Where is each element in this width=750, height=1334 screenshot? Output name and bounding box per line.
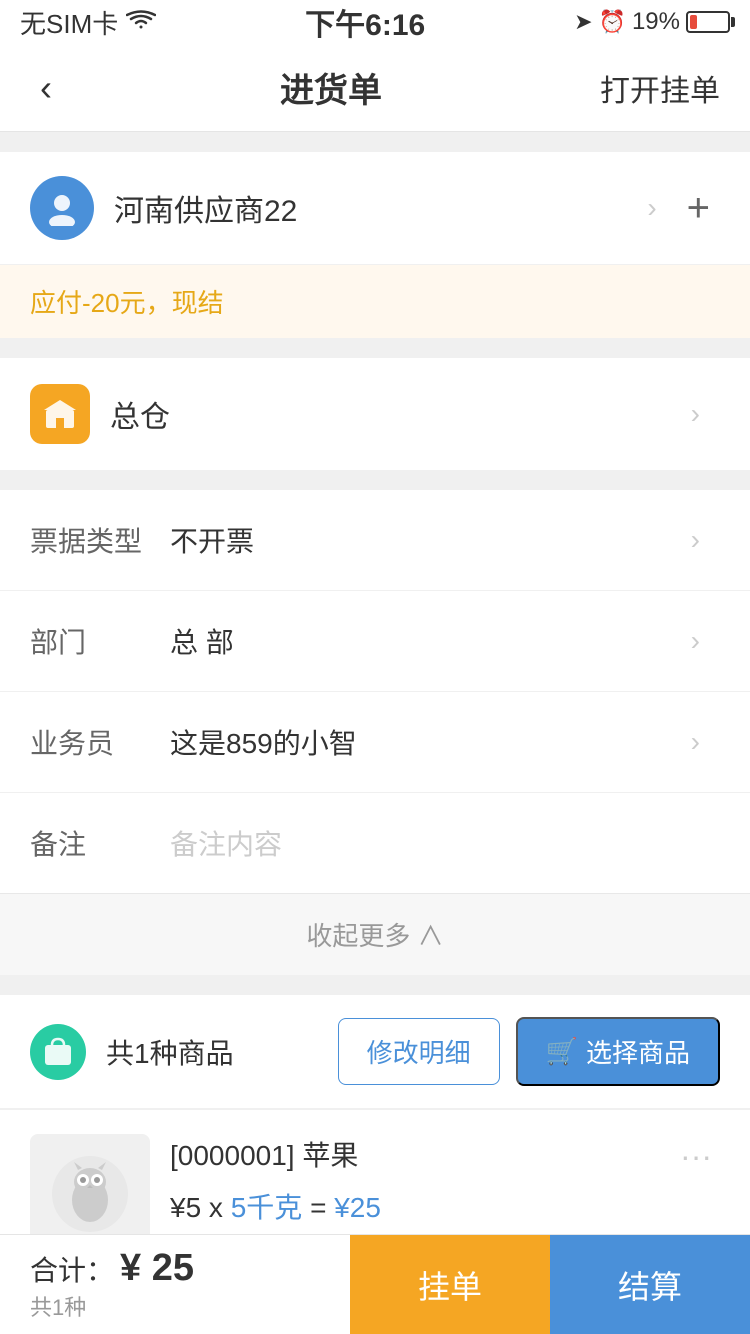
status-bar: 无SIM卡 下午6:16 ➤ ⏰ 19% <box>0 0 750 44</box>
select-product-icon: 🛒 <box>546 1036 578 1067</box>
total-label-text: 合计： <box>30 1249 114 1289</box>
collapse-text: 收起更多 ∧ <box>306 916 443 953</box>
select-product-label: 选择商品 <box>586 1033 690 1070</box>
product-name: [0000001] 苹果 <box>170 1134 672 1174</box>
total-section: 合计： ¥ 25 共1种 <box>0 1247 350 1322</box>
open-pending-button[interactable]: 打开挂单 <box>600 66 720 110</box>
unit-price: ¥5 x <box>170 1192 231 1223</box>
edit-detail-button[interactable]: 修改明细 <box>338 1018 500 1085</box>
bottom-bar: 合计： ¥ 25 共1种 挂单 结算 <box>0 1234 750 1334</box>
invoice-type-row[interactable]: 票据类型 不开票 › <box>0 490 750 591</box>
status-carrier: 无SIM卡 <box>20 4 156 41</box>
supplier-note: 应付-20元，现结 <box>0 265 750 338</box>
page-title: 进货单 <box>280 63 382 112</box>
product-more-button[interactable]: ··· <box>672 1134 720 1179</box>
department-chevron-icon: › <box>691 625 700 657</box>
salesperson-row[interactable]: 业务员 这是859的小智 › <box>0 692 750 793</box>
supplier-section: 河南供应商22 › + 应付-20元，现结 <box>0 152 750 338</box>
warehouse-name: 总仓 <box>110 392 691 436</box>
select-product-button[interactable]: 🛒 选择商品 <box>516 1017 720 1086</box>
equals-sign: = <box>310 1192 334 1223</box>
warehouse-icon <box>30 384 90 444</box>
total-label: 合计： ¥ 25 <box>30 1247 320 1290</box>
wifi-icon <box>126 7 156 38</box>
location-icon: ➤ <box>574 9 592 35</box>
product-price-detail: ¥5 x 5千克 = ¥25 <box>170 1186 672 1226</box>
supplier-row[interactable]: 河南供应商22 › + <box>0 152 750 265</box>
product-code: [0000001] <box>170 1140 302 1171</box>
checkout-button[interactable]: 结算 <box>550 1235 750 1334</box>
pending-button[interactable]: 挂单 <box>350 1235 550 1334</box>
supplier-avatar <box>30 176 94 240</box>
total-amount: ¥ 25 <box>120 1247 194 1290</box>
product-subtotal: ¥25 <box>334 1192 381 1223</box>
product-header: 共1种商品 修改明细 🛒 选择商品 <box>0 995 750 1109</box>
department-row[interactable]: 部门 总 部 › <box>0 591 750 692</box>
fields-section: 票据类型 不开票 › 部门 总 部 › 业务员 这是859的小智 › 备注 备注… <box>0 490 750 893</box>
warehouse-row[interactable]: 总仓 › <box>0 358 750 470</box>
product-count-text: 共1种商品 <box>106 1032 338 1072</box>
product-title: 苹果 <box>302 1140 358 1171</box>
status-time: 下午6:16 <box>305 0 425 44</box>
remark-input[interactable]: 备注内容 <box>170 823 720 863</box>
total-count: 共1种 <box>30 1290 320 1322</box>
alarm-icon: ⏰ <box>599 9 626 35</box>
invoice-type-label: 票据类型 <box>30 520 170 560</box>
product-count-icon <box>30 1024 86 1080</box>
department-value: 总 部 <box>170 621 691 661</box>
remark-label: 备注 <box>30 823 170 863</box>
supplier-chevron-icon: › <box>647 192 656 224</box>
warehouse-chevron-icon: › <box>691 398 700 430</box>
supplier-name: 河南供应商22 <box>114 186 647 230</box>
battery-icon <box>686 11 730 33</box>
product-qty: 5千克 <box>231 1192 303 1223</box>
add-supplier-button[interactable]: + <box>677 186 720 231</box>
collapse-row[interactable]: 收起更多 ∧ <box>0 893 750 975</box>
salesperson-value: 这是859的小智 <box>170 722 691 762</box>
remark-row[interactable]: 备注 备注内容 <box>0 793 750 893</box>
carrier-text: 无SIM卡 <box>20 4 118 41</box>
product-info: [0000001] 苹果 ¥5 x 5千克 = ¥25 <box>170 1134 672 1226</box>
status-right: ➤ ⏰ 19% <box>574 8 730 36</box>
nav-bar: ‹ 进货单 打开挂单 <box>0 44 750 132</box>
department-label: 部门 <box>30 621 170 661</box>
back-button[interactable]: ‹ <box>30 57 62 119</box>
invoice-type-value: 不开票 <box>170 520 691 560</box>
battery-percent: 19% <box>632 8 680 36</box>
salesperson-label: 业务员 <box>30 722 170 762</box>
warehouse-section: 总仓 › <box>0 358 750 470</box>
invoice-type-chevron-icon: › <box>691 524 700 556</box>
salesperson-chevron-icon: › <box>691 726 700 758</box>
